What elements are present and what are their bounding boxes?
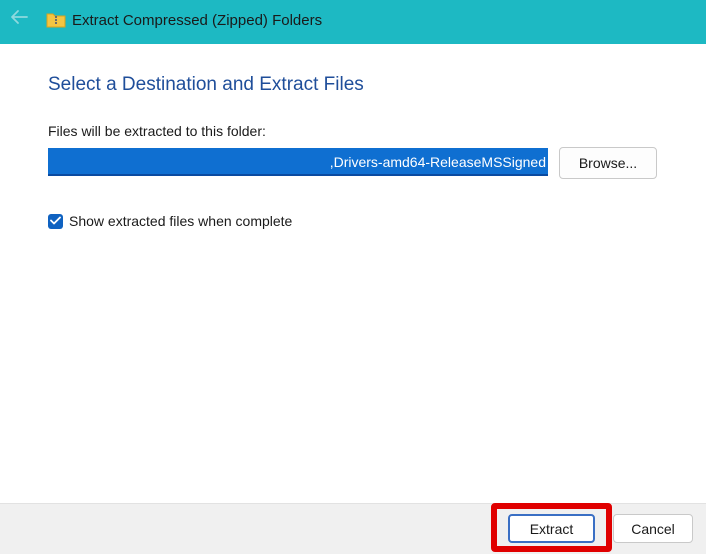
back-button[interactable] [6,8,32,30]
show-files-option[interactable]: Show extracted files when complete [48,212,292,230]
window-title: Extract Compressed (Zipped) Folders [72,12,323,29]
zipped-folder-icon [46,11,66,29]
destination-label: Files will be extracted to this folder: [48,123,266,139]
title-bar: Extract Compressed (Zipped) Folders [0,0,706,44]
checkmark-icon [50,212,61,230]
extract-highlight-box [491,503,612,552]
show-files-label: Show extracted files when complete [69,213,293,229]
cancel-button[interactable]: Cancel [613,514,693,543]
show-files-checkbox[interactable] [48,212,63,230]
destination-path-value: ,Drivers-amd64-ReleaseMSSigned [329,154,546,170]
browse-button[interactable]: Browse... [559,147,657,179]
destination-path-input[interactable]: ,Drivers-amd64-ReleaseMSSigned [48,148,548,176]
back-arrow-icon [9,9,29,30]
page-heading: Select a Destination and Extract Files [48,74,364,95]
